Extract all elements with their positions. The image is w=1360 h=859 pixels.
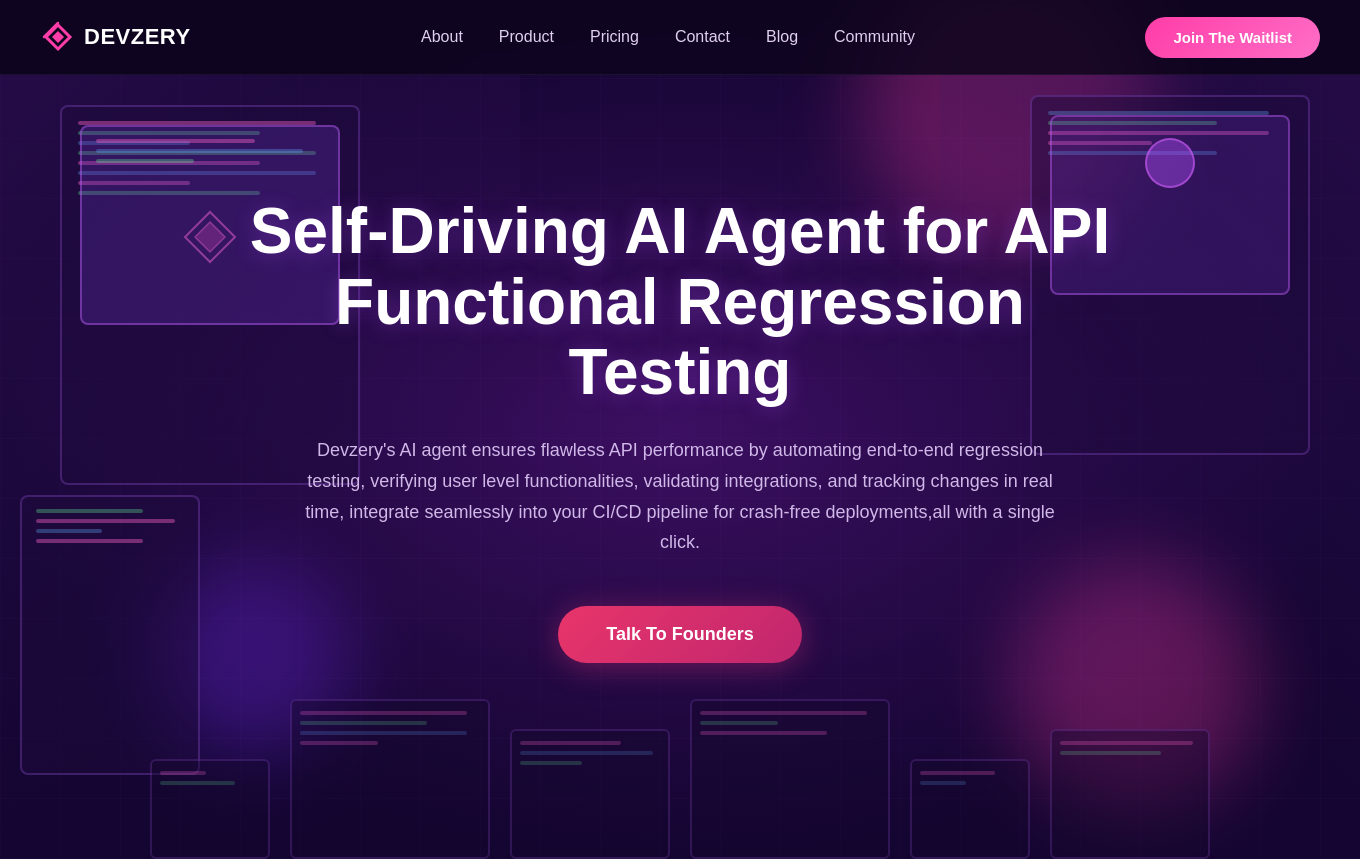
logo[interactable]: DEVZERY xyxy=(40,19,191,55)
nav-link-pricing[interactable]: Pricing xyxy=(590,28,639,45)
join-waitlist-button[interactable]: Join The Waitlist xyxy=(1145,17,1320,58)
nav-link-community[interactable]: Community xyxy=(834,28,915,45)
navbar: DEVZERY About Product Pricing Contact Bl… xyxy=(0,0,1360,75)
nav-link-about[interactable]: About xyxy=(421,28,463,45)
monitor-row xyxy=(0,659,1360,859)
talk-to-founders-button[interactable]: Talk To Founders xyxy=(558,606,801,663)
monitor-small-1 xyxy=(150,759,270,859)
logo-text: DEVZERY xyxy=(84,24,191,50)
monitor-medium-2 xyxy=(1050,729,1210,859)
hero-section: Self-Driving AI Agent for API Functional… xyxy=(0,0,1360,859)
monitor-large-2 xyxy=(690,699,890,859)
nav-link-product[interactable]: Product xyxy=(499,28,554,45)
hero-content: Self-Driving AI Agent for API Functional… xyxy=(230,196,1130,663)
nav-link-blog[interactable]: Blog xyxy=(766,28,798,45)
monitor-medium-1 xyxy=(510,729,670,859)
logo-icon xyxy=(40,19,76,55)
hero-subtitle: Devzery's AI agent ensures flawless API … xyxy=(290,435,1070,557)
nav-link-contact[interactable]: Contact xyxy=(675,28,730,45)
monitor-large-1 xyxy=(290,699,490,859)
hero-title: Self-Driving AI Agent for API Functional… xyxy=(230,196,1130,407)
monitor-small-2 xyxy=(910,759,1030,859)
nav-links: About Product Pricing Contact Blog Commu… xyxy=(421,28,915,46)
